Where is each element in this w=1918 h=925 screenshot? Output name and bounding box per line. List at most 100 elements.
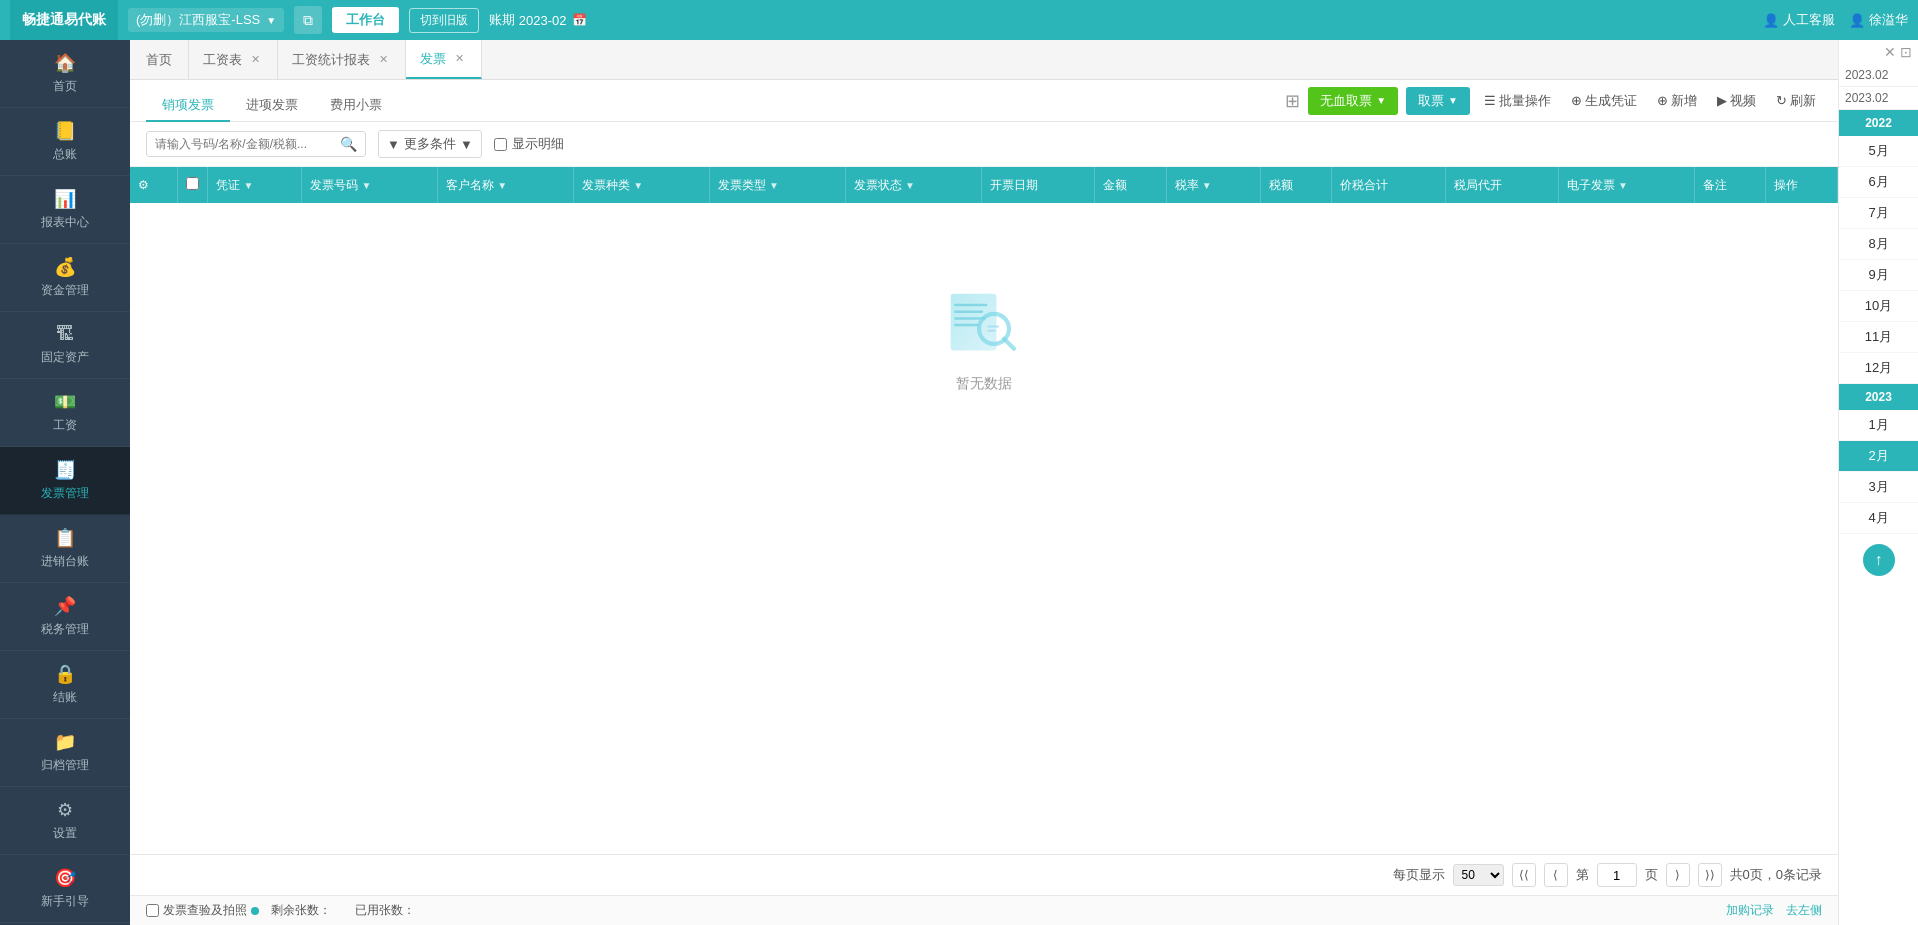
sidebar-item-archive[interactable]: 📁 归档管理 bbox=[0, 719, 130, 787]
next-page-btn[interactable]: ⟩ bbox=[1666, 863, 1690, 887]
col-open-date-label: 开票日期 bbox=[990, 177, 1038, 194]
prev-page-btn[interactable]: ⟨ bbox=[1544, 863, 1568, 887]
invoice-verify-label: 发票查验及拍照 bbox=[163, 902, 247, 919]
sub-tab-bar: 销项发票 进项发票 费用小票 bbox=[130, 80, 1269, 121]
search-input[interactable] bbox=[155, 137, 334, 151]
col-tax-id-label: 税局代开 bbox=[1454, 177, 1502, 194]
col-invoice-status-filter-icon[interactable]: ▼ bbox=[905, 180, 915, 191]
sidebar-item-invoice[interactable]: 🧾 发票管理 bbox=[0, 447, 130, 515]
batch-ops-btn[interactable]: ☰ 批量操作 bbox=[1478, 87, 1557, 115]
tab-salary-table[interactable]: 工资表 ✕ bbox=[189, 40, 278, 79]
sub-tab-purchase-invoice[interactable]: 进项发票 bbox=[230, 90, 314, 122]
new-btn[interactable]: ⊕ 新增 bbox=[1651, 87, 1703, 115]
svg-rect-8 bbox=[987, 330, 995, 332]
tab-home[interactable]: 首页 bbox=[130, 40, 189, 79]
add-record-link[interactable]: 加购记录 bbox=[1726, 902, 1774, 919]
col-invoice-no: 发票号码 ▼ bbox=[302, 167, 438, 203]
invoice-verify-checkbox[interactable]: 发票查验及拍照 bbox=[146, 902, 259, 919]
video-btn[interactable]: ▶ 视频 bbox=[1711, 87, 1762, 115]
period-calendar-icon[interactable]: 📅 bbox=[572, 13, 587, 27]
sub-tab-expense-receipt[interactable]: 费用小票 bbox=[314, 90, 398, 122]
sidebar-item-home[interactable]: 🏠 首页 bbox=[0, 40, 130, 108]
col-invoice-type-filter-icon[interactable]: ▼ bbox=[633, 180, 643, 191]
month-2022-09[interactable]: 9月 bbox=[1839, 260, 1918, 291]
take-ticket-btn[interactable]: 取票 ▼ bbox=[1406, 87, 1470, 115]
col-invoice-category: 发票类型 ▼ bbox=[710, 167, 846, 203]
no-ticket-btn[interactable]: 无血取票 ▼ bbox=[1308, 87, 1398, 115]
copy-button[interactable]: ⧉ bbox=[294, 6, 322, 34]
page-input[interactable] bbox=[1597, 863, 1637, 887]
col-settings[interactable]: ⚙ bbox=[130, 167, 178, 203]
col-customer-filter-icon[interactable]: ▼ bbox=[497, 180, 507, 191]
col-voucher-filter-icon[interactable]: ▼ bbox=[243, 180, 253, 191]
month-2022-05[interactable]: 5月 bbox=[1839, 136, 1918, 167]
first-page-btn[interactable]: ⟨⟨ bbox=[1512, 863, 1536, 887]
sidebar-item-tax[interactable]: 📌 税务管理 bbox=[0, 583, 130, 651]
sidebar-item-salary[interactable]: 💵 工资 bbox=[0, 379, 130, 447]
more-filter-arrow-icon: ▼ bbox=[460, 137, 473, 152]
sidebar-item-guide[interactable]: 🎯 新手引导 bbox=[0, 855, 130, 923]
tab-salary-stats-close[interactable]: ✕ bbox=[376, 52, 391, 67]
company-selector[interactable]: (勿删）江西服宝-LSS ▼ bbox=[128, 8, 284, 32]
sidebar-item-ledger[interactable]: 📒 总账 bbox=[0, 108, 130, 176]
month-2023-04[interactable]: 4月 bbox=[1839, 503, 1918, 534]
select-all-checkbox[interactable] bbox=[186, 177, 199, 190]
refresh-btn[interactable]: ↻ 刷新 bbox=[1770, 87, 1822, 115]
col-invoice-type: 发票种类 ▼ bbox=[574, 167, 710, 203]
date-panel-close-btn[interactable]: ✕ bbox=[1884, 44, 1896, 60]
per-page-select[interactable]: 50 20 100 bbox=[1453, 864, 1504, 886]
month-2022-10[interactable]: 10月 bbox=[1839, 291, 1918, 322]
col-e-invoice-filter-icon[interactable]: ▼ bbox=[1618, 180, 1628, 191]
month-2022-07[interactable]: 7月 bbox=[1839, 198, 1918, 229]
col-invoice-no-filter-icon[interactable]: ▼ bbox=[361, 180, 371, 191]
assets-icon: 🏗 bbox=[56, 324, 74, 345]
sidebar-item-closing[interactable]: 🔒 结账 bbox=[0, 651, 130, 719]
logo-area: 畅捷通易代账 bbox=[10, 0, 118, 40]
support-button[interactable]: 👤 人工客服 bbox=[1763, 11, 1835, 29]
month-2022-12[interactable]: 12月 bbox=[1839, 353, 1918, 384]
period-area: 账期 2023-02 📅 bbox=[489, 11, 587, 29]
blue-dot-icon bbox=[251, 907, 259, 915]
last-page-btn[interactable]: ⟩⟩ bbox=[1698, 863, 1722, 887]
tab-invoice[interactable]: 发票 ✕ bbox=[406, 40, 482, 79]
col-invoice-category-filter-icon[interactable]: ▼ bbox=[769, 180, 779, 191]
tab-bar: 首页 工资表 ✕ 工资统计报表 ✕ 发票 ✕ bbox=[130, 40, 1838, 80]
tab-invoice-close[interactable]: ✕ bbox=[452, 51, 467, 66]
tab-salary-table-close[interactable]: ✕ bbox=[248, 52, 263, 67]
user-info[interactable]: 👤 徐溢华 bbox=[1849, 11, 1908, 29]
col-tax-rate-filter-icon[interactable]: ▼ bbox=[1202, 180, 1212, 191]
workbench-button[interactable]: 工作台 bbox=[332, 7, 399, 33]
sidebar-item-sales[interactable]: 📋 进销台账 bbox=[0, 515, 130, 583]
col-checkbox[interactable] bbox=[178, 167, 208, 203]
month-2022-06[interactable]: 6月 bbox=[1839, 167, 1918, 198]
table-container[interactable]: ⚙ 凭证 ▼ bbox=[130, 167, 1838, 854]
sidebar-item-funds[interactable]: 💰 资金管理 bbox=[0, 244, 130, 312]
month-2022-08[interactable]: 8月 bbox=[1839, 229, 1918, 260]
switch-old-button[interactable]: 切到旧版 bbox=[409, 8, 479, 33]
go-left-link[interactable]: 去左侧 bbox=[1786, 902, 1822, 919]
show-detail-input[interactable] bbox=[494, 138, 507, 151]
table-body: 暂无数据 bbox=[130, 203, 1838, 473]
more-filter-btn[interactable]: ▼ 更多条件 ▼ bbox=[378, 130, 482, 158]
date-panel-expand-btn[interactable]: ⊡ bbox=[1900, 44, 1912, 60]
month-2023-03[interactable]: 3月 bbox=[1839, 472, 1918, 503]
sidebar-item-settings[interactable]: ⚙ 设置 bbox=[0, 787, 130, 855]
grid-icon[interactable]: ⊞ bbox=[1285, 90, 1300, 112]
empty-state: 暂无数据 bbox=[130, 203, 1838, 473]
verify-check-input[interactable] bbox=[146, 904, 159, 917]
month-2023-01[interactable]: 1月 bbox=[1839, 410, 1918, 441]
search-icon[interactable]: 🔍 bbox=[340, 136, 357, 152]
gen-voucher-btn[interactable]: ⊕ 生成凭证 bbox=[1565, 87, 1643, 115]
sidebar-item-reports[interactable]: 📊 报表中心 bbox=[0, 176, 130, 244]
col-tax-amount-label: 税额 bbox=[1269, 177, 1293, 194]
date-panel-header: ✕ ⊡ bbox=[1839, 40, 1918, 64]
logo-text: 畅捷通易代账 bbox=[22, 11, 106, 29]
month-2023-02[interactable]: 2月 bbox=[1839, 441, 1918, 472]
show-detail-checkbox[interactable]: 显示明细 bbox=[494, 135, 564, 153]
sidebar-item-assets[interactable]: 🏗 固定资产 bbox=[0, 312, 130, 379]
tab-salary-stats[interactable]: 工资统计报表 ✕ bbox=[278, 40, 406, 79]
scroll-to-top-btn[interactable]: ↑ bbox=[1863, 544, 1895, 576]
sub-tab-sales-invoice[interactable]: 销项发票 bbox=[146, 90, 230, 122]
month-2022-11[interactable]: 11月 bbox=[1839, 322, 1918, 353]
page-suffix: 页 bbox=[1645, 866, 1658, 884]
